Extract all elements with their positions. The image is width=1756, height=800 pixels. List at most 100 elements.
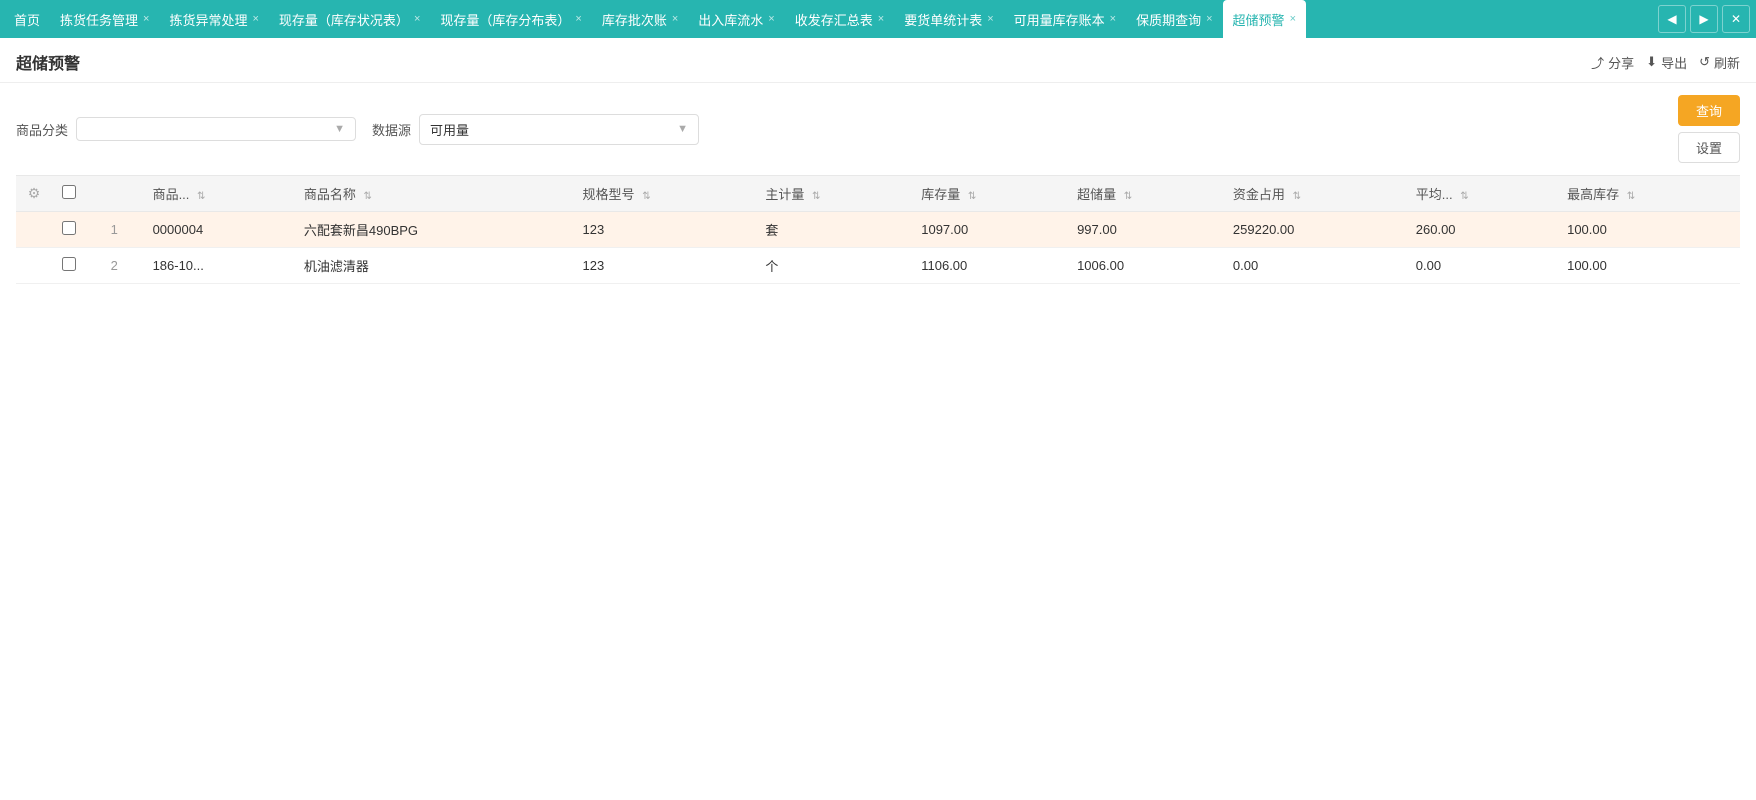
query-button[interactable]: 查询: [1678, 95, 1740, 126]
row-avg: 0.00: [1406, 248, 1557, 284]
nav-order-stat-label: 要货单统计表: [904, 10, 982, 29]
nav-order-stat[interactable]: 要货单统计表 ×: [894, 0, 1003, 38]
share-link[interactable]: ⤴ 分享: [1591, 53, 1634, 72]
row-capital-occ: 0.00: [1223, 248, 1406, 284]
col-product-code-label: 商品...: [153, 187, 190, 202]
nav-over-stock[interactable]: 超储预警 ×: [1223, 0, 1306, 38]
row-checkbox[interactable]: [62, 257, 76, 271]
table-row: 1 0000004 六配套新昌490BPG 123 套 1097.00 997.…: [16, 212, 1740, 248]
col-over-qty-label: 超储量: [1077, 187, 1116, 202]
nav-stock-batch[interactable]: 库存批次账 ×: [592, 0, 688, 38]
col-max-stock[interactable]: 最高库存 ⇅: [1557, 176, 1740, 212]
row-product-code: 186-10...: [143, 248, 294, 284]
nav-recv-sum-close[interactable]: ×: [878, 13, 884, 25]
export-link[interactable]: ⬇ 导出: [1646, 53, 1687, 72]
top-nav: 首页 拣货任务管理 × 拣货异常处理 × 现存量（库存状况表） × 现存量（库存…: [0, 0, 1756, 38]
col-capital-occ-label: 资金占用: [1233, 187, 1285, 202]
category-label: 商品分类: [16, 120, 68, 139]
nav-over-stock-label: 超储预警: [1233, 10, 1285, 29]
col-max-stock-sort-icon: ⇅: [1627, 191, 1635, 202]
nav-avail-stock-close[interactable]: ×: [1110, 13, 1116, 25]
nav-stock-batch-label: 库存批次账: [602, 10, 667, 29]
datasource-value: 可用量: [430, 120, 469, 139]
nav-home[interactable]: 首页: [4, 0, 50, 38]
share-icon: ⤴: [1591, 53, 1604, 72]
datasource-label: 数据源: [372, 120, 411, 139]
nav-stock-batch-close[interactable]: ×: [672, 13, 678, 25]
nav-task-mgmt-close[interactable]: ×: [143, 13, 149, 25]
row-stock-qty: 1106.00: [911, 248, 1067, 284]
col-spec[interactable]: 规格型号 ⇅: [573, 176, 756, 212]
nav-close-all-btn[interactable]: ✕: [1722, 5, 1750, 33]
nav-inout-flow[interactable]: 出入库流水 ×: [688, 0, 784, 38]
table-container: ⚙ 商品... ⇅ 商品名称 ⇅ 规格型号: [0, 175, 1756, 284]
nav-abnormal[interactable]: 拣货异常处理 ×: [159, 0, 268, 38]
nav-recv-sum-label: 收发存汇总表: [795, 10, 873, 29]
page-header: 超储预警 ⤴ 分享 ⬇ 导出 ↺ 刷新: [0, 38, 1756, 83]
col-row-num: [86, 176, 143, 212]
settings-button[interactable]: 设置: [1678, 132, 1740, 163]
col-product-name-sort-icon: ⇅: [364, 191, 372, 202]
category-arrow-icon: ▼: [334, 123, 345, 135]
col-spec-label: 规格型号: [583, 187, 635, 202]
col-over-qty-sort-icon: ⇅: [1124, 191, 1132, 202]
nav-task-mgmt-label: 拣货任务管理: [60, 10, 138, 29]
col-product-name[interactable]: 商品名称 ⇅: [294, 176, 573, 212]
refresh-icon: ↺: [1699, 54, 1710, 70]
nav-quality-label: 保质期查询: [1136, 10, 1201, 29]
row-checkbox-cell: [52, 212, 86, 248]
col-avg-sort-icon: ⇅: [1460, 191, 1468, 202]
nav-avail-stock-label: 可用量库存账本: [1014, 10, 1105, 29]
nav-stock-status[interactable]: 现存量（库存状况表） ×: [269, 0, 430, 38]
nav-prev-btn[interactable]: ◀: [1658, 5, 1686, 33]
col-product-code[interactable]: 商品... ⇅: [143, 176, 294, 212]
nav-stock-dist-close[interactable]: ×: [575, 13, 581, 25]
nav-over-stock-close[interactable]: ×: [1290, 13, 1296, 25]
col-over-qty[interactable]: 超储量 ⇅: [1067, 176, 1223, 212]
header-actions: ⤴ 分享 ⬇ 导出 ↺ 刷新: [1591, 53, 1740, 72]
col-capital-occ[interactable]: 资金占用 ⇅: [1223, 176, 1406, 212]
nav-quality[interactable]: 保质期查询 ×: [1126, 0, 1222, 38]
page-container: 超储预警 ⤴ 分享 ⬇ 导出 ↺ 刷新 商品分类 ▼ 数据源: [0, 38, 1756, 800]
row-unit: 个: [755, 248, 911, 284]
refresh-label: 刷新: [1714, 53, 1740, 72]
table-body: 1 0000004 六配套新昌490BPG 123 套 1097.00 997.…: [16, 212, 1740, 284]
nav-order-stat-close[interactable]: ×: [987, 13, 993, 25]
col-max-stock-label: 最高库存: [1567, 187, 1619, 202]
select-all-checkbox[interactable]: [62, 185, 76, 199]
refresh-link[interactable]: ↺ 刷新: [1699, 53, 1740, 72]
category-select[interactable]: ▼: [76, 117, 356, 141]
nav-inout-flow-close[interactable]: ×: [768, 13, 774, 25]
row-max-stock: 100.00: [1557, 248, 1740, 284]
datasource-select[interactable]: 可用量 ▼: [419, 114, 699, 145]
row-product-name: 机油滤清器: [294, 248, 573, 284]
row-stock-qty: 1097.00: [911, 212, 1067, 248]
data-table: ⚙ 商品... ⇅ 商品名称 ⇅ 规格型号: [16, 175, 1740, 284]
col-unit-label: 主计量: [765, 187, 804, 202]
col-stock-qty[interactable]: 库存量 ⇅: [911, 176, 1067, 212]
table-header-row: ⚙ 商品... ⇅ 商品名称 ⇅ 规格型号: [16, 176, 1740, 212]
col-avg-label: 平均...: [1416, 187, 1453, 202]
col-capital-occ-sort-icon: ⇅: [1293, 191, 1301, 202]
filter-datasource: 数据源 可用量 ▼: [372, 114, 699, 145]
nav-next-btn[interactable]: ▶: [1690, 5, 1718, 33]
nav-recv-sum[interactable]: 收发存汇总表 ×: [785, 0, 894, 38]
column-settings-icon[interactable]: ⚙: [28, 185, 41, 201]
col-checkbox-header: [52, 176, 86, 212]
col-avg[interactable]: 平均... ⇅: [1406, 176, 1557, 212]
share-label: 分享: [1608, 53, 1634, 72]
col-unit[interactable]: 主计量 ⇅: [755, 176, 911, 212]
nav-abnormal-close[interactable]: ×: [252, 13, 258, 25]
row-num: 2: [86, 248, 143, 284]
nav-avail-stock[interactable]: 可用量库存账本 ×: [1004, 0, 1126, 38]
row-checkbox[interactable]: [62, 221, 76, 235]
nav-stock-dist-label: 现存量（库存分布表）: [440, 10, 570, 29]
row-max-stock: 100.00: [1557, 212, 1740, 248]
nav-task-mgmt[interactable]: 拣货任务管理 ×: [50, 0, 159, 38]
row-over-qty: 997.00: [1067, 212, 1223, 248]
nav-quality-close[interactable]: ×: [1206, 13, 1212, 25]
nav-inout-flow-label: 出入库流水: [698, 10, 763, 29]
nav-stock-dist[interactable]: 现存量（库存分布表） ×: [430, 0, 591, 38]
row-spec: 123: [573, 248, 756, 284]
nav-stock-status-close[interactable]: ×: [414, 13, 420, 25]
